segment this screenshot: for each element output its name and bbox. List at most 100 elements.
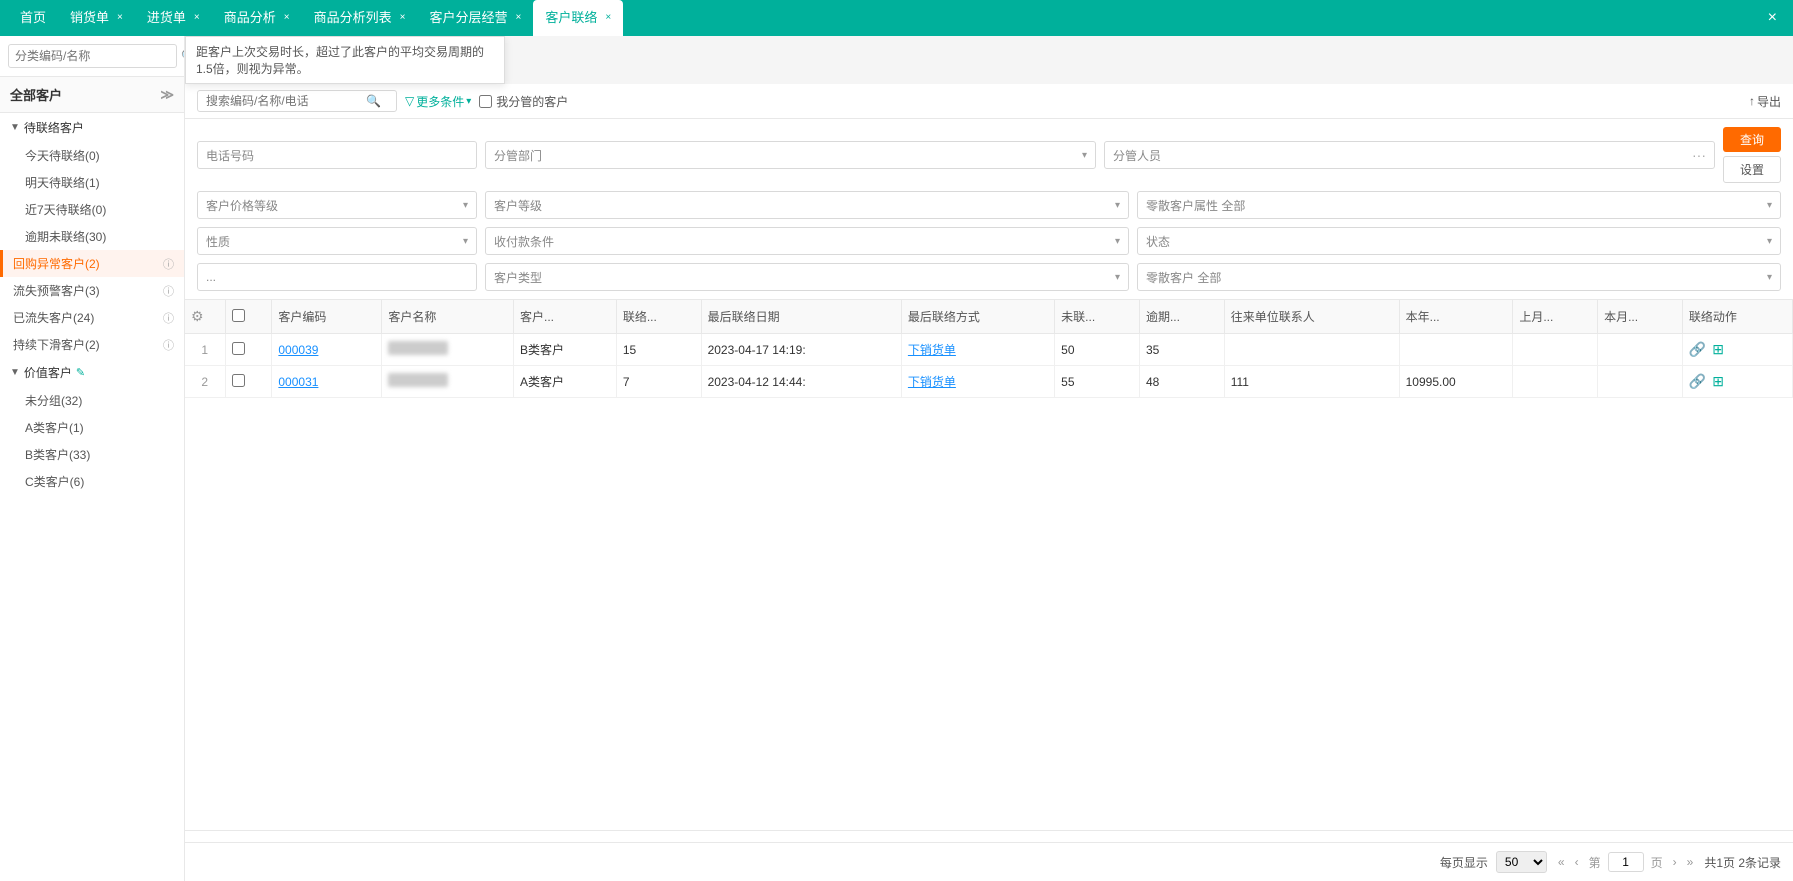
all-customers-header: 全部客户 ≫ xyxy=(0,77,184,113)
nav-product-list-close[interactable]: × xyxy=(400,0,406,36)
page-input[interactable] xyxy=(1608,852,1644,872)
content-area: 距客户上次交易时长，超过了此客户的平均交易周期的1.5倍，则视为异常。 🔍 ▽ … xyxy=(185,36,1793,881)
sidebar-repurchase-abnormal[interactable]: 回购异常客户(2) ⓘ xyxy=(0,250,184,277)
nav-product-list[interactable]: 商品分析列表 × xyxy=(302,0,418,36)
filter-retail-customer[interactable]: 零散客户 全部 ▾ xyxy=(1137,263,1781,291)
blurred-name-1 xyxy=(388,341,448,355)
my-customers-check[interactable] xyxy=(479,95,492,108)
nav-home[interactable]: 首页 xyxy=(8,0,58,36)
filter-retail-attr[interactable]: 零散客户属性 全部 ▾ xyxy=(1137,191,1781,219)
row-name-1 xyxy=(382,334,514,366)
nav-purchase-close[interactable]: × xyxy=(194,0,200,36)
filter-customer-type[interactable]: 客户类型 ▾ xyxy=(485,263,1129,291)
sidebar-7day-contact[interactable]: 近7天待联络(0) xyxy=(0,196,184,223)
row-thisyear-1 xyxy=(1399,334,1513,366)
sidebar-loss-warning[interactable]: 流失预警客户(3) ⓘ xyxy=(0,277,184,304)
nav-customer-tier-close[interactable]: × xyxy=(515,0,521,36)
filter-nature[interactable]: 性质 ▾ xyxy=(197,227,477,255)
h-scrollbar[interactable] xyxy=(185,830,1793,842)
action-link-icon-2[interactable]: 🔗 xyxy=(1689,373,1706,390)
sidebar-c-class[interactable]: C类客户(6) xyxy=(0,468,184,495)
sidebar-search-box: 🔍 xyxy=(0,36,184,77)
search-icon[interactable]: 🔍 xyxy=(366,94,381,108)
nav-sales-close[interactable]: × xyxy=(117,0,123,36)
sidebar-overdue-contact[interactable]: 逾期未联络(30) xyxy=(0,223,184,250)
col-type-header: 客户... xyxy=(514,300,617,334)
pending-contact-header[interactable]: ▼ 待联络客户 xyxy=(0,113,184,142)
nav-purchase[interactable]: 进货单 × xyxy=(135,0,212,36)
action-grid-icon-2[interactable]: ⊞ xyxy=(1712,373,1724,390)
first-page-btn[interactable]: « xyxy=(1555,855,1568,869)
more-conditions-button[interactable]: ▽ 更多条件 ▾ xyxy=(405,93,471,110)
search-input[interactable] xyxy=(206,94,366,108)
filter-status[interactable]: 状态 ▾ xyxy=(1137,227,1781,255)
row-code-2: 000031 xyxy=(272,366,382,398)
select-all-checkbox[interactable] xyxy=(232,309,245,322)
prev-page-btn[interactable]: ‹ xyxy=(1572,855,1582,869)
value-customer-group: ▼ 价值客户 ✎ 未分组(32) A类客户(1) B类客户(33) C类客户(6… xyxy=(0,358,184,495)
row-type-2: A类客户 xyxy=(514,366,617,398)
col-unread-header: 未联... xyxy=(1055,300,1140,334)
sidebar-tomorrow-contact[interactable]: 明天待联络(1) xyxy=(0,169,184,196)
row-lastmonth-1 xyxy=(1513,334,1598,366)
page-nav: « ‹ 第 页 › » xyxy=(1555,852,1696,872)
nav-product-analysis[interactable]: 商品分析 × xyxy=(212,0,302,36)
col-contacts-header: 往来单位联系人 xyxy=(1224,300,1399,334)
filter-phone[interactable]: 电话号码 xyxy=(197,141,477,169)
row-contact-2: 7 xyxy=(616,366,701,398)
nav-customer-tier[interactable]: 客户分层经营 × xyxy=(417,0,533,36)
sidebar-ungroup[interactable]: 未分组(32) xyxy=(0,387,184,414)
filter-actions: 查询 设置 xyxy=(1723,127,1781,183)
row-2-checkbox[interactable] xyxy=(232,374,245,387)
sidebar-collapse-icon[interactable]: ≫ xyxy=(160,87,174,103)
sidebar-declining-customers[interactable]: 持续下滑客户(2) ⓘ xyxy=(0,331,184,358)
nature-dropdown-icon: ▾ xyxy=(463,236,468,247)
page-label: 第 xyxy=(1586,854,1604,871)
query-button[interactable]: 查询 xyxy=(1723,127,1781,152)
table-settings-icon[interactable]: ⚙ xyxy=(191,308,204,324)
settings-button[interactable]: 设置 xyxy=(1723,156,1781,183)
col-contact-header: 联络... xyxy=(616,300,701,334)
chevron-down-icon: ▾ xyxy=(466,96,471,107)
filter-row-1: 电话号码 分管部门 ▾ 分管人员 ··· 查询 设置 xyxy=(197,127,1781,183)
filter-price-level[interactable]: 客户价格等级 ▾ xyxy=(197,191,477,219)
row-overdue-1: 35 xyxy=(1139,334,1224,366)
filter-payment[interactable]: 收付款条件 ▾ xyxy=(485,227,1129,255)
row-checkbox-2[interactable] xyxy=(225,366,272,398)
close-all-button[interactable]: × xyxy=(1760,9,1785,27)
sidebar-lost-customers[interactable]: 已流失客户(24) ⓘ xyxy=(0,304,184,331)
payment-dropdown-icon: ▾ xyxy=(1115,236,1120,247)
info-icon-declining: ⓘ xyxy=(163,337,174,353)
last-page-btn[interactable]: » xyxy=(1684,855,1697,869)
nav-customer-contact-close[interactable]: × xyxy=(605,0,611,36)
col-thisyear-header: 本年... xyxy=(1399,300,1513,334)
sidebar-search-input[interactable] xyxy=(8,44,177,68)
per-page-select[interactable]: 20 50 100 xyxy=(1496,851,1547,873)
nav-customer-contact[interactable]: 客户联络 × xyxy=(533,0,623,36)
sidebar-b-class[interactable]: B类客户(33) xyxy=(0,441,184,468)
value-customer-header[interactable]: ▼ 价值客户 ✎ xyxy=(0,358,184,387)
value-edit-icon[interactable]: ✎ xyxy=(76,366,85,379)
next-page-btn[interactable]: › xyxy=(1670,855,1680,869)
filter-dept[interactable]: 分管部门 ▾ xyxy=(485,141,1096,169)
sidebar: 🔍 全部客户 ≫ ▼ 待联络客户 今天待联络(0) 明天待联络(1) 近7天待联… xyxy=(0,36,185,881)
my-customers-checkbox[interactable]: 我分管的客户 xyxy=(479,93,568,110)
info-icon-loss: ⓘ xyxy=(163,283,174,299)
filter-bar: 🔍 ▽ 更多条件 ▾ 我分管的客户 ↑ 导出 xyxy=(185,84,1793,119)
filter-customer-level[interactable]: 客户等级 ▾ xyxy=(485,191,1129,219)
filter-manager[interactable]: 分管人员 ··· xyxy=(1104,141,1715,169)
sidebar-today-contact[interactable]: 今天待联络(0) xyxy=(0,142,184,169)
nav-product-analysis-close[interactable]: × xyxy=(284,0,290,36)
action-grid-icon-1[interactable]: ⊞ xyxy=(1712,341,1724,358)
action-link-icon-1[interactable]: 🔗 xyxy=(1689,341,1706,358)
sidebar-a-class[interactable]: A类客户(1) xyxy=(0,414,184,441)
export-button[interactable]: ↑ 导出 xyxy=(1749,93,1781,110)
manager-more-icon[interactable]: ··· xyxy=(1692,147,1706,163)
filter-misc[interactable]: ... xyxy=(197,263,477,291)
row-lastmonth-2 xyxy=(1513,366,1598,398)
row-1-checkbox[interactable] xyxy=(232,342,245,355)
col-overdue-header: 逾期... xyxy=(1139,300,1224,334)
nav-sales[interactable]: 销货单 × xyxy=(58,0,135,36)
col-lastmonth-header: 上月... xyxy=(1513,300,1598,334)
row-checkbox-1[interactable] xyxy=(225,334,272,366)
